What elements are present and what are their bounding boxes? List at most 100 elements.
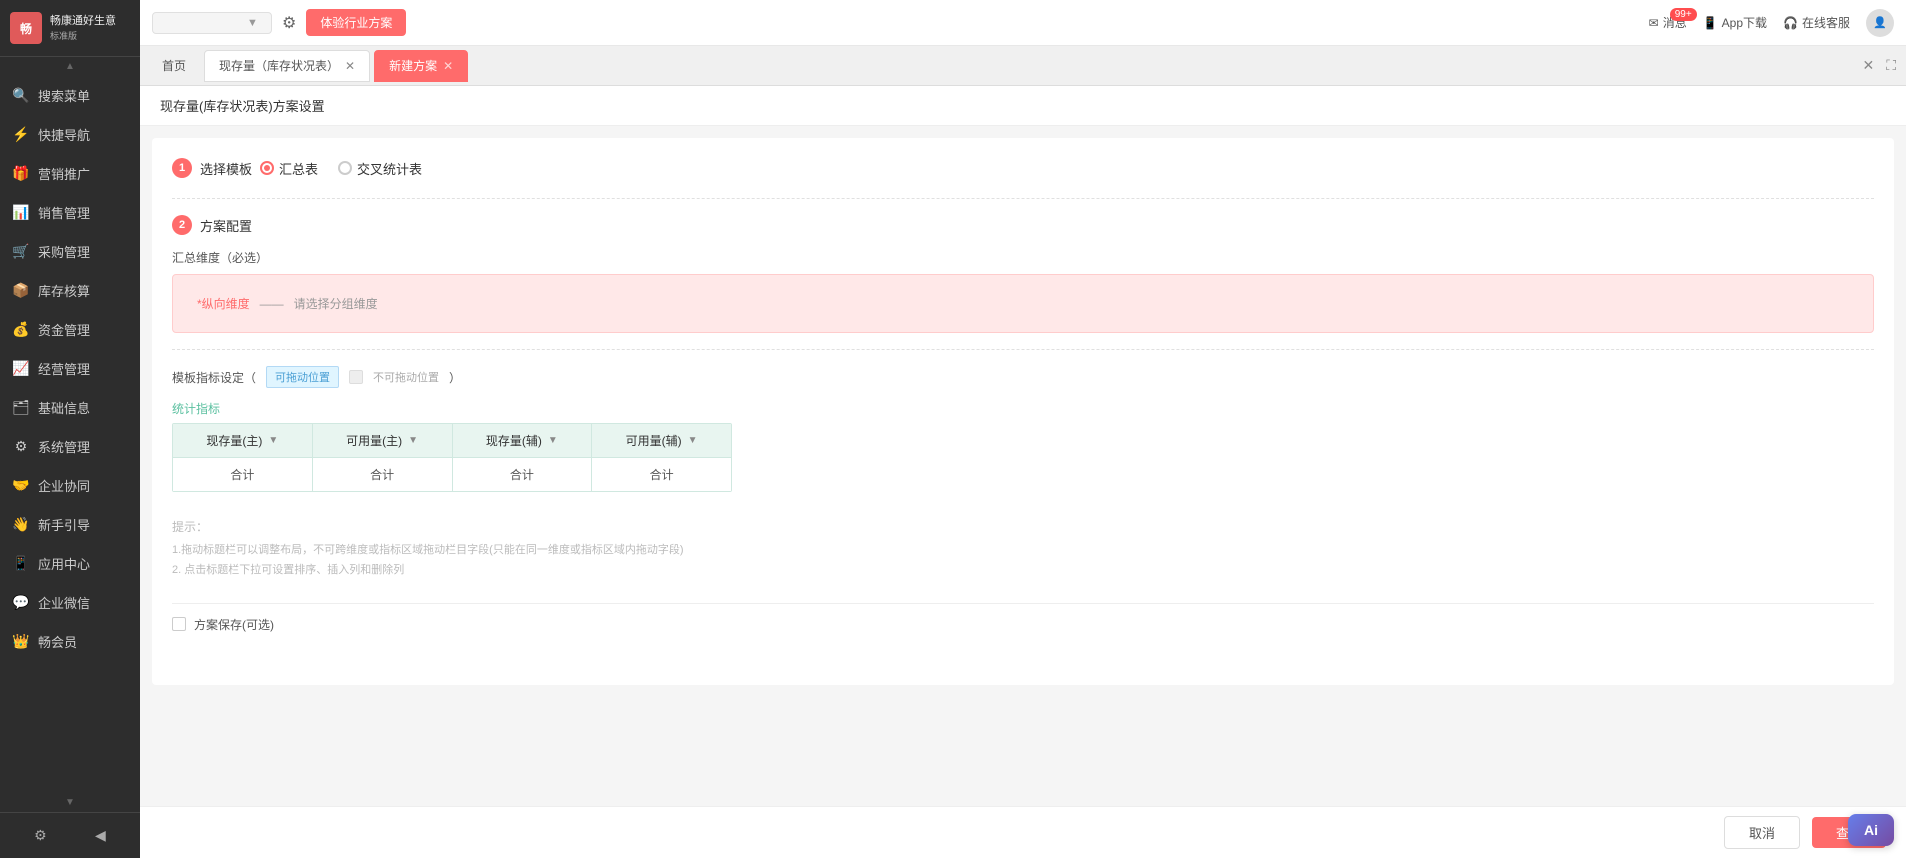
tabbar: 首页 现存量（库存状况表） ✕ 新建方案 ✕ ✕ ⛶ bbox=[140, 46, 1906, 86]
wechat-icon: 💬 bbox=[12, 594, 30, 612]
app-download-btn[interactable]: 📱 App下载 bbox=[1703, 14, 1767, 31]
dimension-section: 汇总维度（必选） *纵向维度 —— 请选择分组维度 bbox=[172, 249, 1874, 333]
scroll-down-arrow[interactable]: ▼ bbox=[0, 793, 140, 812]
ai-button[interactable]: Ai bbox=[1848, 814, 1894, 846]
sidebar-item-enterprise[interactable]: 🤝 企业协同 bbox=[0, 466, 140, 505]
service-icon: 🎧 bbox=[1783, 16, 1798, 30]
draggable-badge: 可拖动位置 bbox=[266, 366, 339, 388]
col1-chevron: ▼ bbox=[268, 435, 278, 446]
radio-summary-table[interactable]: 汇总表 bbox=[260, 159, 318, 178]
tab-inventory-close[interactable]: ✕ bbox=[345, 59, 355, 73]
sidebar-item-label: 经营管理 bbox=[38, 359, 90, 378]
stats-body-col4: 合计 bbox=[592, 458, 731, 491]
sidebar-item-wechat[interactable]: 💬 企业微信 bbox=[0, 583, 140, 622]
sidebar-item-inventory[interactable]: 📦 库存核算 bbox=[0, 271, 140, 310]
scroll-up-arrow[interactable]: ▲ bbox=[0, 57, 140, 76]
tips-item-1: 1.拖动标题栏可以调整布局，不可跨维度或指标区域拖动栏目字段(只能在同一维度或指… bbox=[172, 541, 1874, 561]
messages-btn[interactable]: ✉ 消息 99+ bbox=[1649, 14, 1687, 31]
footer: 取消 查询 bbox=[140, 806, 1906, 858]
sidebar-item-label: 资金管理 bbox=[38, 320, 90, 339]
col4-chevron: ▼ bbox=[688, 435, 698, 446]
settings-icon[interactable]: ⚙ bbox=[30, 823, 51, 848]
purchase-icon: 🛒 bbox=[12, 243, 30, 261]
app-logo-icon: 畅 bbox=[10, 12, 42, 44]
topbar-search-input[interactable] bbox=[161, 16, 241, 30]
save-option-label: 方案保存(可选) bbox=[194, 616, 274, 633]
industry-btn[interactable]: 体验行业方案 bbox=[306, 9, 406, 36]
step1-title: 选择模板 bbox=[200, 159, 252, 178]
app-center-icon: 📱 bbox=[12, 555, 30, 573]
user-avatar[interactable]: 👤 bbox=[1866, 9, 1894, 37]
sidebar-item-system[interactable]: ⚙ 系统管理 bbox=[0, 427, 140, 466]
stats-header-col2[interactable]: 可用量(主) ▼ bbox=[313, 424, 453, 457]
tab-expand-icon[interactable]: ⛶ bbox=[1884, 55, 1898, 76]
main-area: ▼ ⚙ 体验行业方案 ✉ 消息 99+ 📱 App下载 🎧 在线客服 👤 首页 bbox=[140, 0, 1906, 858]
collapse-icon[interactable]: ◀ bbox=[91, 823, 110, 848]
sidebar-item-label: 新手引导 bbox=[38, 515, 90, 534]
sidebar-item-label: 应用中心 bbox=[38, 554, 90, 573]
divider-2 bbox=[172, 349, 1874, 350]
topbar-search-box[interactable]: ▼ bbox=[152, 12, 272, 34]
radio-cross-table[interactable]: 交叉统计表 bbox=[338, 159, 422, 178]
online-service-btn[interactable]: 🎧 在线客服 bbox=[1783, 14, 1850, 31]
form-container: 1 选择模板 汇总表 交叉统计表 bbox=[152, 138, 1894, 685]
step2-number: 2 bbox=[172, 215, 192, 235]
sidebar-item-member[interactable]: 👑 畅会员 bbox=[0, 622, 140, 661]
sidebar-item-finance[interactable]: 💰 资金管理 bbox=[0, 310, 140, 349]
template-radio-group: 汇总表 交叉统计表 bbox=[260, 159, 422, 178]
cancel-button[interactable]: 取消 bbox=[1724, 816, 1800, 849]
tips-section: 提示： 1.拖动标题栏可以调整布局，不可跨维度或指标区域拖动栏目字段(只能在同一… bbox=[172, 508, 1874, 591]
tab-close-icon[interactable]: ✕ bbox=[1860, 55, 1876, 76]
dimension-arrow: —— bbox=[260, 297, 284, 311]
sidebar: 畅 畅康通好生意 标准版 ▲ 🔍 搜索菜单 ⚡ 快捷导航 🎁 营销推广 📊 销售… bbox=[0, 0, 140, 858]
tab-home[interactable]: 首页 bbox=[148, 50, 200, 82]
sidebar-item-label: 畅会员 bbox=[38, 632, 77, 651]
stats-header-col3[interactable]: 现存量(辅) ▼ bbox=[453, 424, 593, 457]
dimension-box[interactable]: *纵向维度 —— 请选择分组维度 bbox=[172, 274, 1874, 333]
system-icon: ⚙ bbox=[12, 438, 30, 456]
finance-icon: 💰 bbox=[12, 321, 30, 339]
stats-table-body: 合计 合计 合计 合计 bbox=[173, 457, 731, 491]
message-icon: ✉ bbox=[1649, 16, 1659, 30]
sidebar-item-label: 快捷导航 bbox=[38, 125, 90, 144]
sidebar-item-operations[interactable]: 📈 经营管理 bbox=[0, 349, 140, 388]
basic-info-icon: 🗂 bbox=[12, 399, 30, 417]
tips-item-2: 2. 点击标题栏下拉可设置排序、插入列和删除列 bbox=[172, 561, 1874, 581]
stats-table-header: 现存量(主) ▼ 可用量(主) ▼ 现存量(辅) ▼ bbox=[173, 424, 731, 457]
content-area: 现存量(库存状况表)方案设置 1 选择模板 汇总表 交叉统计表 bbox=[140, 86, 1906, 806]
sidebar-item-label: 采购管理 bbox=[38, 242, 90, 261]
search-menu-icon: 🔍 bbox=[12, 87, 30, 105]
sidebar-item-marketing[interactable]: 🎁 营销推广 bbox=[0, 154, 140, 193]
sidebar-item-guide[interactable]: 👋 新手引导 bbox=[0, 505, 140, 544]
sidebar-item-label: 搜索菜单 bbox=[38, 86, 90, 105]
sidebar-item-search[interactable]: 🔍 搜索菜单 bbox=[0, 76, 140, 115]
page-title: 现存量(库存状况表)方案设置 bbox=[140, 86, 1906, 126]
search-chevron-icon: ▼ bbox=[247, 17, 258, 29]
sidebar-item-app-center[interactable]: 📱 应用中心 bbox=[0, 544, 140, 583]
operations-icon: 📈 bbox=[12, 360, 30, 378]
stats-table: 现存量(主) ▼ 可用量(主) ▼ 现存量(辅) ▼ bbox=[172, 423, 732, 492]
stats-header-col1[interactable]: 现存量(主) ▼ bbox=[173, 424, 313, 457]
tab-new-plan[interactable]: 新建方案 ✕ bbox=[374, 50, 468, 82]
stats-section: 统计指标 现存量(主) ▼ 可用量(主) ▼ bbox=[172, 400, 1874, 492]
guide-icon: 👋 bbox=[12, 516, 30, 534]
sidebar-item-purchase[interactable]: 🛒 采购管理 bbox=[0, 232, 140, 271]
sidebar-item-quick-nav[interactable]: ⚡ 快捷导航 bbox=[0, 115, 140, 154]
stats-header-col4[interactable]: 可用量(辅) ▼ bbox=[592, 424, 731, 457]
indicator-settings: 模板指标设定（可拖动位置不可拖动位置） 统计指标 现存量(主) ▼ bbox=[172, 366, 1874, 492]
sidebar-logo-text: 畅康通好生意 标准版 bbox=[50, 14, 116, 42]
sidebar-bottom: ⚙ ◀ bbox=[0, 812, 140, 858]
sidebar-item-label: 销售管理 bbox=[38, 203, 90, 222]
tab-new-plan-close[interactable]: ✕ bbox=[443, 59, 453, 73]
save-checkbox[interactable] bbox=[172, 617, 186, 631]
sidebar-item-label: 营销推广 bbox=[38, 164, 90, 183]
topbar-gear-icon[interactable]: ⚙ bbox=[282, 13, 296, 33]
sidebar-item-basic-info[interactable]: 🗂 基础信息 bbox=[0, 388, 140, 427]
stats-body-col1: 合计 bbox=[173, 458, 313, 491]
sidebar-item-sales[interactable]: 📊 销售管理 bbox=[0, 193, 140, 232]
step1-number: 1 bbox=[172, 158, 192, 178]
sidebar-item-label: 企业微信 bbox=[38, 593, 90, 612]
sidebar-nav: 🔍 搜索菜单 ⚡ 快捷导航 🎁 营销推广 📊 销售管理 🛒 采购管理 📦 库存核… bbox=[0, 76, 140, 793]
dimension-label: 汇总维度（必选） bbox=[172, 249, 1874, 266]
tab-inventory[interactable]: 现存量（库存状况表） ✕ bbox=[204, 50, 370, 82]
